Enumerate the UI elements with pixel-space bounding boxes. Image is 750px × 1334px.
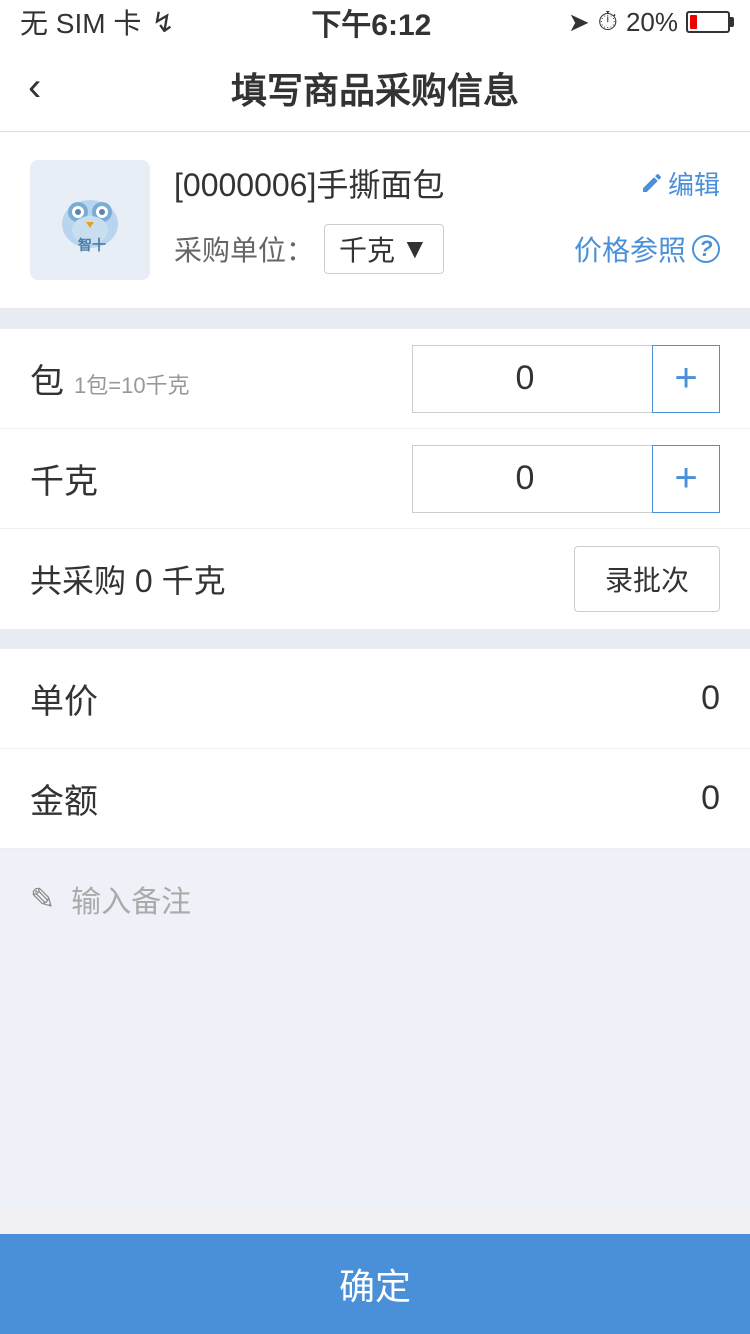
kg-label: 千克 — [30, 454, 98, 503]
confirm-button[interactable]: 确定 — [0, 1234, 750, 1334]
edit-icon — [640, 171, 664, 195]
bao-input[interactable] — [412, 345, 652, 413]
edit-label: 编辑 — [668, 165, 720, 202]
product-info: [0000006]手撕面包 编辑 采购单位： 千克 ▼ 价格参照 ? — [174, 160, 720, 274]
back-button[interactable]: ‹ — [28, 65, 41, 110]
status-bar: 无 SIM 卡 ↯ 下午6:12 ➤ ⏱ 20% — [0, 0, 750, 44]
bao-label: 包 — [30, 354, 64, 403]
pricing-section: 单价 0 金额 0 — [0, 649, 750, 849]
bao-plus-button[interactable]: + — [652, 345, 720, 413]
product-card: 智十 [0000006]手撕面包 编辑 采购单位： 千克 ▼ 价格参照 — [0, 132, 750, 309]
unit-price-value: 0 — [701, 679, 720, 718]
total-label: 共采购 0 千克 — [30, 556, 226, 602]
unit-price-label: 单价 — [30, 674, 98, 723]
svg-text:智十: 智十 — [77, 237, 106, 253]
product-thumbnail: 智十 — [30, 160, 150, 280]
unit-price-row: 单价 0 — [0, 649, 750, 749]
unit-select-dropdown[interactable]: 千克 ▼ — [324, 224, 444, 274]
status-time: 下午6:12 — [311, 0, 431, 44]
location-icon: ➤ — [568, 7, 590, 38]
bao-stepper: + — [412, 345, 720, 413]
kg-input-row: 千克 + — [0, 429, 750, 529]
bao-label-group: 包 1包=10千克 — [30, 354, 190, 403]
purchase-unit-label: 采购单位： — [174, 229, 314, 269]
edit-button[interactable]: 编辑 — [640, 165, 720, 202]
batch-record-button[interactable]: 录批次 — [574, 546, 720, 612]
total-row: 共采购 0 千克 录批次 — [0, 529, 750, 629]
amount-value: 0 — [701, 779, 720, 818]
kg-input[interactable] — [412, 445, 652, 513]
wifi-icon: ↯ — [151, 6, 174, 39]
status-left: 无 SIM 卡 ↯ — [20, 2, 175, 42]
battery-percent: 20% — [626, 7, 678, 38]
help-icon: ? — [692, 235, 720, 263]
dropdown-arrow: ▼ — [401, 233, 429, 265]
bao-sublabel: 1包=10千克 — [74, 368, 190, 400]
nav-bar: ‹ 填写商品采购信息 — [0, 44, 750, 132]
pencil-icon: ✎ — [30, 882, 55, 917]
page-title: 填写商品采购信息 — [231, 62, 519, 114]
kg-label-group: 千克 — [30, 454, 98, 503]
product-unit-row: 采购单位： 千克 ▼ 价格参照 ? — [174, 224, 720, 274]
section-divider-1 — [0, 309, 750, 329]
section-divider-2 — [0, 629, 750, 649]
no-sim-label: 无 SIM 卡 — [20, 2, 141, 42]
amount-label: 金额 — [30, 774, 98, 823]
battery-icon — [686, 11, 730, 33]
kg-plus-button[interactable]: + — [652, 445, 720, 513]
alarm-icon: ⏱ — [598, 6, 618, 38]
price-ref-label: 价格参照 — [574, 229, 686, 269]
battery-fill — [690, 15, 697, 29]
price-reference-button[interactable]: 价格参照 ? — [574, 229, 720, 269]
remark-placeholder: 输入备注 — [71, 877, 191, 921]
content-spacer — [0, 949, 750, 1209]
bao-input-row: 包 1包=10千克 + — [0, 329, 750, 429]
kg-stepper: + — [412, 445, 720, 513]
input-section: 包 1包=10千克 + 千克 + — [0, 329, 750, 529]
unit-value: 千克 — [339, 229, 395, 269]
amount-row: 金额 0 — [0, 749, 750, 849]
remark-section[interactable]: ✎ 输入备注 — [0, 849, 750, 949]
product-name: [0000006]手撕面包 — [174, 160, 444, 206]
status-right: ➤ ⏱ 20% — [568, 6, 730, 38]
product-title-row: [0000006]手撕面包 编辑 — [174, 160, 720, 206]
product-logo: 智十 — [50, 176, 130, 265]
